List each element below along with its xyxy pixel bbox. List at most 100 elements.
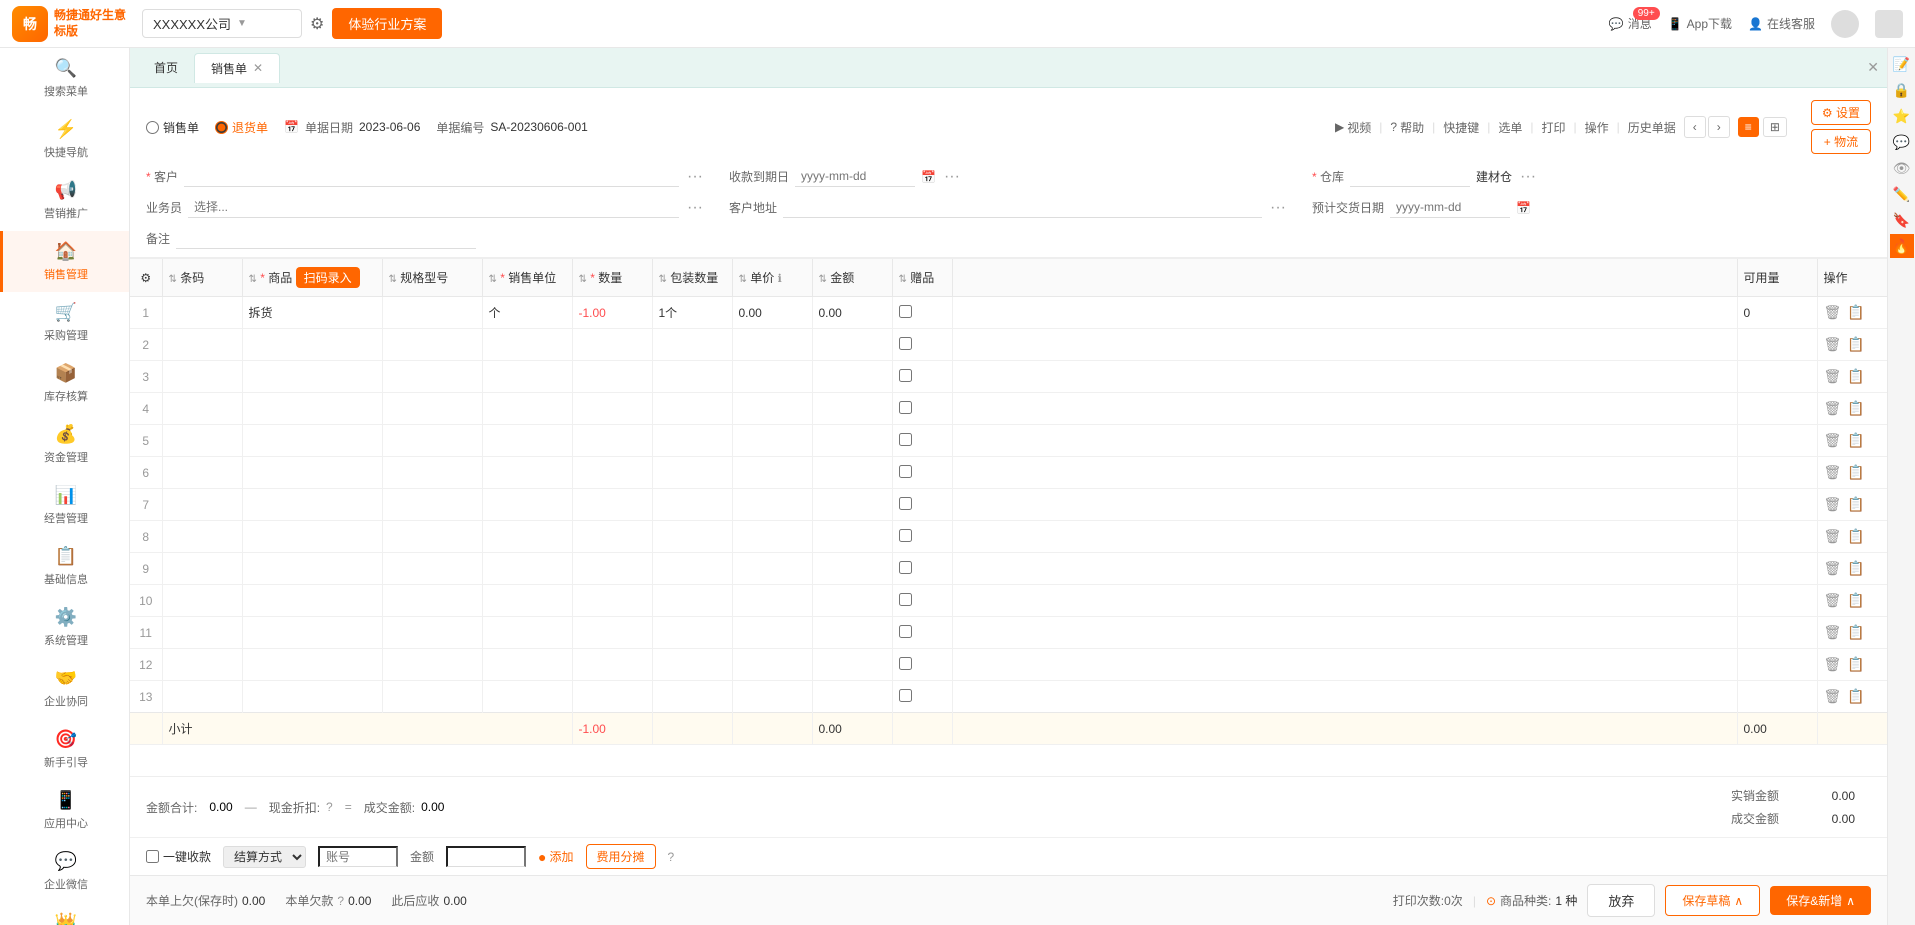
- sidebar-item-wechat[interactable]: 💬 企业微信: [0, 841, 129, 902]
- row-barcode[interactable]: [162, 297, 242, 329]
- sidebar-item-finance[interactable]: 💰 资金管理: [0, 414, 129, 475]
- fee-split-button[interactable]: 费用分摊: [586, 844, 656, 869]
- save-draft-button[interactable]: 保存草稿 ∧: [1665, 885, 1760, 916]
- app-download-button[interactable]: 📱 App下载: [1668, 15, 1732, 32]
- row-amount[interactable]: 0.00: [812, 297, 892, 329]
- message-button[interactable]: 💬 消息 99+: [1609, 15, 1652, 32]
- address-picker-btn[interactable]: ···: [1268, 199, 1288, 217]
- warehouse-picker-btn[interactable]: ···: [1518, 168, 1538, 186]
- copy-icon[interactable]: 📋: [1847, 592, 1864, 609]
- settlement-method-select[interactable]: 结算方式: [223, 846, 306, 868]
- right-sidebar-note[interactable]: 📝: [1890, 52, 1914, 76]
- tab-bar-close-icon[interactable]: ✕: [1867, 59, 1879, 76]
- row-spec[interactable]: [382, 297, 482, 329]
- company-selector[interactable]: XXXXXX公司 ▼: [142, 9, 302, 38]
- sidebar-item-marketing[interactable]: 📢 营销推广: [0, 170, 129, 231]
- price-info-icon[interactable]: ℹ: [778, 273, 782, 285]
- sidebar-item-inventory[interactable]: 📦 库存核算: [0, 353, 129, 414]
- tab-sales-order[interactable]: 销售单 ✕: [194, 53, 280, 83]
- delete-icon[interactable]: 🗑: [1824, 656, 1842, 673]
- print-link[interactable]: 打印: [1542, 119, 1566, 136]
- delivery-cal-icon[interactable]: 📅: [1516, 201, 1531, 215]
- delete-icon[interactable]: 🗑: [1824, 592, 1842, 609]
- delete-icon[interactable]: 🗑: [1824, 368, 1842, 385]
- sidebar-item-guide[interactable]: 🎯 新手引导: [0, 719, 129, 780]
- row-gift[interactable]: [892, 297, 952, 329]
- collection-cal-icon[interactable]: 📅: [921, 170, 936, 184]
- salesperson-picker-btn[interactable]: ···: [685, 199, 705, 217]
- copy-icon[interactable]: 📋: [1847, 560, 1864, 577]
- sidebar-item-system[interactable]: ⚙️ 系统管理: [0, 597, 129, 658]
- copy-icon[interactable]: 📋: [1847, 464, 1864, 481]
- scan-button[interactable]: 扫码录入: [296, 267, 360, 288]
- copy-icon[interactable]: 📋: [1847, 656, 1864, 673]
- one-click-payment-label[interactable]: 一键收款: [146, 848, 211, 865]
- row-price[interactable]: 0.00: [732, 297, 812, 329]
- shortcuts-link[interactable]: 快捷键: [1443, 119, 1479, 136]
- sidebar-item-enterprise[interactable]: 🤝 企业协同: [0, 658, 129, 719]
- settings-icon[interactable]: ⚙: [310, 14, 324, 34]
- note-input[interactable]: [176, 228, 476, 249]
- sidebar-item-search[interactable]: 🔍 搜索菜单: [0, 48, 129, 109]
- delete-icon[interactable]: 🗑: [1824, 688, 1842, 705]
- return-order-radio-input[interactable]: [215, 121, 228, 134]
- list-view-button[interactable]: ≡: [1738, 117, 1759, 137]
- goods-type-field[interactable]: ⊙ 商品种类: 1 种: [1486, 892, 1577, 909]
- tab-close-icon[interactable]: ✕: [253, 61, 263, 75]
- row-qty[interactable]: -1.00: [572, 297, 652, 329]
- grid-view-button[interactable]: ⊞: [1763, 117, 1787, 137]
- sidebar-item-operations[interactable]: 📊 经营管理: [0, 475, 129, 536]
- sidebar-item-app-center[interactable]: 📱 应用中心: [0, 780, 129, 841]
- sales-order-radio[interactable]: 销售单: [146, 119, 199, 136]
- warehouse-input[interactable]: [1350, 166, 1470, 187]
- copy-icon[interactable]: 📋: [1847, 368, 1864, 385]
- delete-icon[interactable]: 🗑: [1824, 432, 1842, 449]
- copy-icon[interactable]: 📋: [1847, 496, 1864, 513]
- copy-icon[interactable]: 📋: [1847, 432, 1864, 449]
- one-click-payment-checkbox[interactable]: [146, 850, 159, 863]
- right-sidebar-eye[interactable]: 👁: [1890, 156, 1914, 180]
- sidebar-item-member[interactable]: 👑 畅会员: [0, 902, 129, 925]
- copy-icon[interactable]: 📋: [1847, 336, 1864, 353]
- row-goods[interactable]: 拆货: [242, 297, 382, 329]
- row-pkg-qty[interactable]: 1个: [652, 297, 732, 329]
- sidebar-item-quick-nav[interactable]: ⚡ 快捷导航: [0, 109, 129, 170]
- right-sidebar-comment[interactable]: 💬: [1890, 130, 1914, 154]
- goods-type-radio-icon[interactable]: ⊙: [1486, 894, 1496, 908]
- logistics-button[interactable]: + 物流: [1811, 129, 1871, 154]
- right-sidebar-pencil[interactable]: ✏️: [1890, 182, 1914, 206]
- right-sidebar-star[interactable]: ⭐: [1890, 104, 1914, 128]
- video-link[interactable]: ▶ 视频: [1335, 119, 1371, 136]
- row-unit[interactable]: 个: [482, 297, 572, 329]
- sidebar-item-purchase[interactable]: 🛒 采购管理: [0, 292, 129, 353]
- copy-icon[interactable]: 📋: [1847, 304, 1864, 321]
- delete-icon[interactable]: 🗑: [1824, 464, 1842, 481]
- discard-button[interactable]: 放弃: [1587, 884, 1655, 917]
- history-link[interactable]: 历史单据: [1628, 119, 1676, 136]
- sales-order-radio-input[interactable]: [146, 121, 159, 134]
- delete-icon[interactable]: 🗑: [1824, 304, 1842, 321]
- delete-icon[interactable]: 🗑: [1824, 496, 1842, 513]
- cash-discount-help-icon[interactable]: ?: [326, 800, 333, 814]
- expected-delivery-input[interactable]: [1390, 197, 1510, 218]
- due-help-icon[interactable]: ?: [337, 894, 344, 908]
- sidebar-item-sales[interactable]: 🏠 销售管理: [0, 231, 129, 292]
- right-sidebar-bookmark[interactable]: 🔖: [1890, 208, 1914, 232]
- copy-icon[interactable]: 📋: [1847, 528, 1864, 545]
- account-input[interactable]: [318, 846, 398, 867]
- delete-icon[interactable]: 🗑: [1824, 624, 1842, 641]
- collection-due-input[interactable]: [795, 166, 915, 187]
- salesperson-input[interactable]: [188, 197, 679, 218]
- delete-icon[interactable]: 🗑: [1824, 336, 1842, 353]
- next-record-button[interactable]: ›: [1708, 116, 1730, 138]
- return-order-radio[interactable]: 退货单: [215, 119, 268, 136]
- operations-link[interactable]: 操作: [1585, 119, 1609, 136]
- copy-icon[interactable]: 📋: [1847, 400, 1864, 417]
- user-avatar[interactable]: [1831, 10, 1859, 38]
- online-service-button[interactable]: 👤 在线客服: [1748, 15, 1815, 32]
- customer-address-input[interactable]: [783, 197, 1262, 218]
- delete-icon[interactable]: 🗑: [1824, 528, 1842, 545]
- amount-input[interactable]: [446, 846, 526, 867]
- setup-button[interactable]: ⚙ 设置: [1811, 100, 1871, 125]
- select-link[interactable]: 选单: [1498, 119, 1522, 136]
